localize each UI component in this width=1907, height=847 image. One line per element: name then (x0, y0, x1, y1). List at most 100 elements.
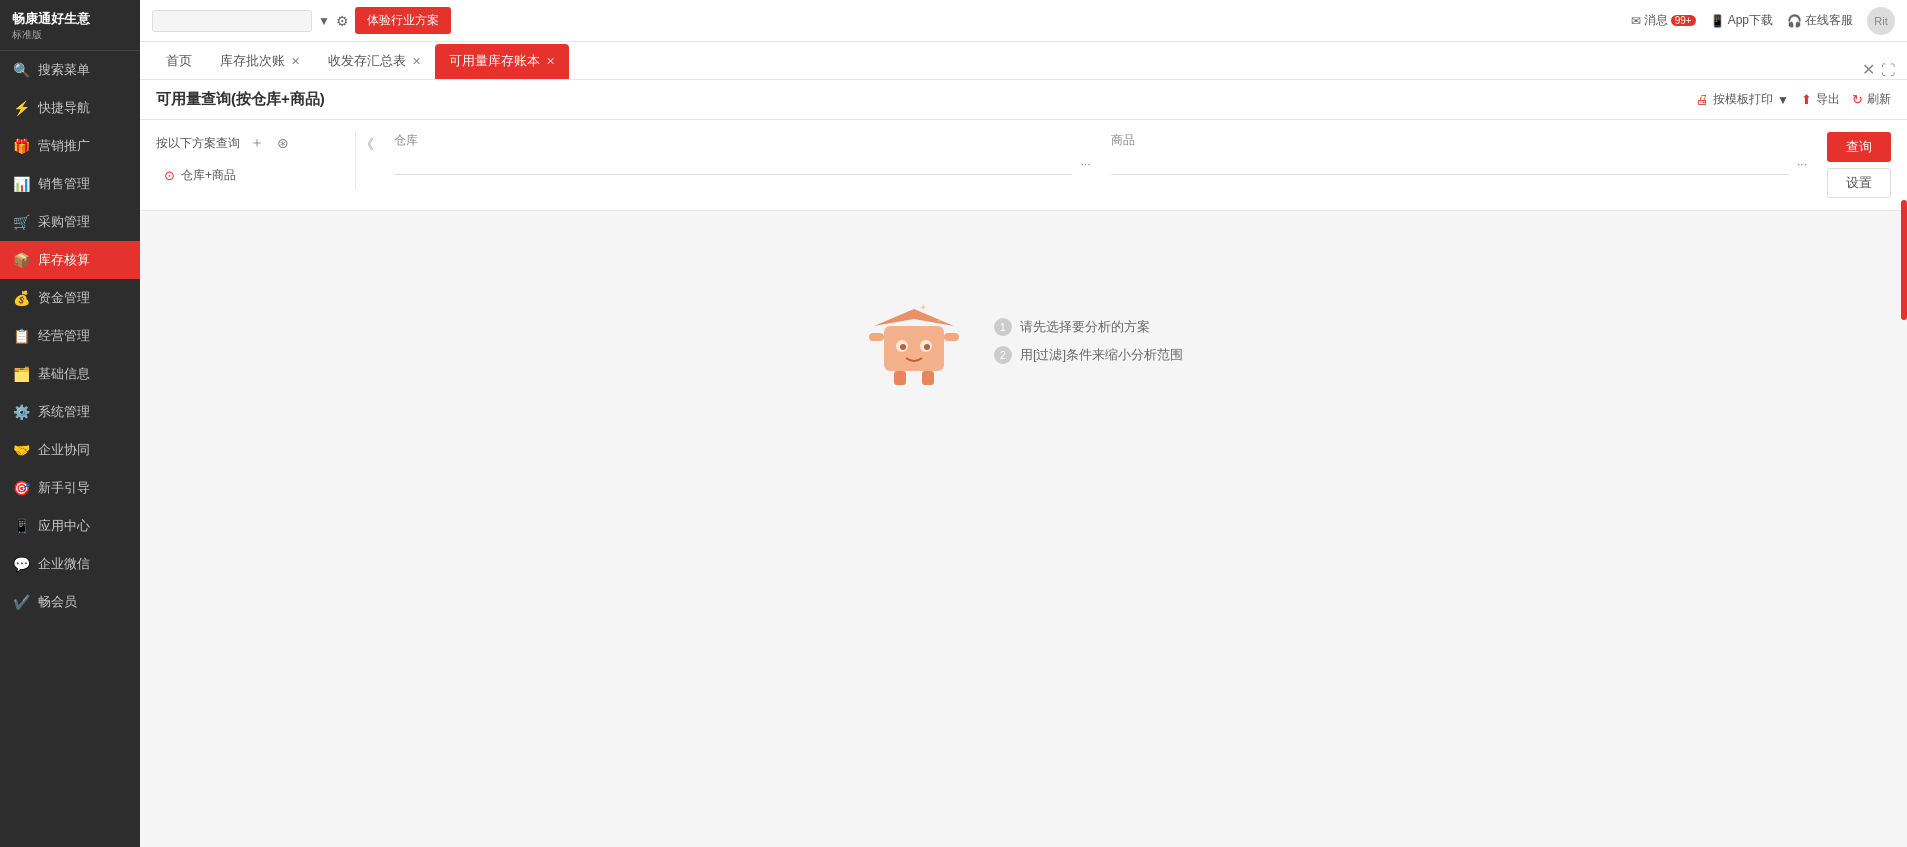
template-print-label: 按模板打印 (1713, 91, 1773, 108)
tip-text-2: 用[过滤]条件来缩小分析范围 (1020, 346, 1183, 364)
topbar-dropdown-button[interactable]: ▼ (318, 14, 330, 28)
scheme-settings-button[interactable]: ⊛ (272, 132, 294, 154)
topbar-search-input[interactable] (152, 10, 312, 32)
product-more-button[interactable]: ··· (1793, 157, 1811, 171)
topbar-gear-button[interactable]: ⚙ (336, 13, 349, 29)
tab-batch-account-close[interactable]: ✕ (291, 55, 300, 68)
empty-tip-2: 2 用[过滤]条件来缩小分析范围 (994, 346, 1183, 364)
cart-icon: 🛒 (12, 214, 30, 230)
filter-fields: 仓库 ··· 商品 ··· (378, 132, 1827, 175)
logo-sub: 标准版 (12, 28, 128, 42)
sidebar-item-sales[interactable]: 📊 销售管理 (0, 165, 140, 203)
tab-available-ledger[interactable]: 可用量库存账本 ✕ (435, 44, 569, 79)
tabbar: 首页 库存批次账 ✕ 收发存汇总表 ✕ 可用量库存账本 ✕ ✕ ⛶ (140, 42, 1907, 80)
filter-panel: 按以下方案查询 ＋ ⊛ ⊙ 仓库+商品 《 仓库 (140, 120, 1907, 211)
sidebar-item-label: 销售管理 (38, 175, 90, 193)
customer-service-link[interactable]: 🎧 在线客服 (1787, 12, 1853, 29)
sidebar-item-system[interactable]: ⚙️ 系统管理 (0, 393, 140, 431)
filter-actions: 查询 设置 (1827, 132, 1891, 198)
template-print-button[interactable]: 🖨 按模板打印 ▼ (1696, 91, 1789, 108)
sidebar-item-search[interactable]: 🔍 搜索菜单 (0, 51, 140, 89)
tab-receive-summary-close[interactable]: ✕ (412, 55, 421, 68)
svg-rect-0 (884, 326, 944, 371)
tabbar-resize-button[interactable]: ⛶ (1881, 62, 1895, 78)
tabbar-close-button[interactable]: ✕ (1862, 60, 1875, 79)
wechat-icon: 💬 (12, 556, 30, 572)
finance-icon: 💰 (12, 290, 30, 306)
svg-rect-9 (944, 333, 959, 341)
app-download-label: App下载 (1728, 12, 1773, 29)
tab-available-ledger-label: 可用量库存账本 (449, 52, 540, 70)
sidebar-item-label: 经营管理 (38, 327, 90, 345)
sidebar-item-finance[interactable]: 💰 资金管理 (0, 279, 140, 317)
tab-batch-account-label: 库存批次账 (220, 52, 285, 70)
tip-text-1: 请先选择要分析的方案 (1020, 318, 1150, 336)
message-icon: ✉ (1631, 14, 1641, 28)
warehouse-more-button[interactable]: ··· (1076, 157, 1094, 171)
warehouse-input[interactable] (394, 152, 1072, 175)
sidebar-item-operation[interactable]: 📋 经营管理 (0, 317, 140, 355)
industry-solution-button[interactable]: 体验行业方案 (355, 7, 451, 34)
customer-service-label: 在线客服 (1805, 12, 1853, 29)
sidebar-item-enterprise[interactable]: 🤝 企业协同 (0, 431, 140, 469)
headset-icon: 🎧 (1787, 14, 1802, 28)
mobile-icon: 📱 (1710, 14, 1725, 28)
sidebar-item-marketing[interactable]: 🎁 营销推广 (0, 127, 140, 165)
sidebar-item-label: 资金管理 (38, 289, 90, 307)
enterprise-icon: 🤝 (12, 442, 30, 458)
sidebar-item-label: 快捷导航 (38, 99, 90, 117)
scheme-actions: ＋ ⊛ (246, 132, 294, 154)
export-button[interactable]: ⬆ 导出 (1801, 91, 1840, 108)
app-download-link[interactable]: 📱 App下载 (1710, 12, 1773, 29)
tab-available-ledger-close[interactable]: ✕ (546, 55, 555, 68)
sidebar-item-purchase[interactable]: 🛒 采购管理 (0, 203, 140, 241)
refresh-label: 刷新 (1867, 91, 1891, 108)
tab-batch-account[interactable]: 库存批次账 ✕ (206, 44, 314, 79)
settings-button[interactable]: 设置 (1827, 168, 1891, 198)
sidebar-item-inventory[interactable]: 📦 库存核算 (0, 241, 140, 279)
right-scroll-indicator[interactable] (1901, 200, 1907, 320)
svg-marker-1 (874, 309, 954, 326)
sidebar-item-member[interactable]: ✔️ 畅会员 (0, 583, 140, 621)
app-icon: 📱 (12, 518, 30, 534)
sidebar-menu: 🔍 搜索菜单 ⚡ 快捷导航 🎁 营销推广 📊 销售管理 🛒 采购管理 📦 库存核… (0, 51, 140, 847)
username-display: Rit (1874, 15, 1887, 27)
sidebar-item-appstore[interactable]: 📱 应用中心 (0, 507, 140, 545)
sidebar-item-wechat[interactable]: 💬 企业微信 (0, 545, 140, 583)
scheme-item-warehouse-product[interactable]: ⊙ 仓库+商品 (156, 162, 345, 189)
filter-collapse-button[interactable]: 《 (356, 132, 378, 158)
product-input[interactable] (1111, 152, 1789, 175)
svg-point-4 (900, 344, 906, 350)
chart-icon: 📊 (12, 176, 30, 192)
svg-point-5 (924, 344, 930, 350)
message-badge[interactable]: ✉ 消息 99+ (1631, 12, 1696, 29)
print-icon: 🖨 (1696, 92, 1709, 107)
page-header: 可用量查询(按仓库+商品) 🖨 按模板打印 ▼ ⬆ 导出 ↻ 刷新 (140, 80, 1907, 120)
sidebar-item-label: 营销推广 (38, 137, 90, 155)
refresh-icon: ↻ (1852, 92, 1863, 107)
inventory-icon: 📦 (12, 252, 30, 268)
tab-receive-summary[interactable]: 收发存汇总表 ✕ (314, 44, 435, 79)
message-count: 99+ (1671, 15, 1696, 26)
sidebar-item-label: 应用中心 (38, 517, 90, 535)
system-icon: ⚙️ (12, 404, 30, 420)
empty-state: ✦ ✦ 1 请先选择要分析的方案 2 用[过滤]条件来缩小分析范围 (140, 211, 1907, 471)
product-label: 商品 (1111, 132, 1812, 149)
avatar: Rit (1867, 7, 1895, 35)
sidebar-item-newbie[interactable]: 🎯 新手引导 (0, 469, 140, 507)
sidebar-item-shortcut[interactable]: ⚡ 快捷导航 (0, 89, 140, 127)
basic-icon: 🗂️ (12, 366, 30, 382)
query-button[interactable]: 查询 (1827, 132, 1891, 162)
tab-home[interactable]: 首页 (152, 44, 206, 79)
sidebar-item-label: 企业微信 (38, 555, 90, 573)
scheme-add-button[interactable]: ＋ (246, 132, 268, 154)
main-area: ▼ ⚙ 体验行业方案 ✉ 消息 99+ 📱 App下载 🎧 在线客服 Rit (140, 0, 1907, 847)
user-avatar[interactable]: Rit (1867, 7, 1895, 35)
warehouse-filter-field: 仓库 ··· (394, 132, 1095, 175)
tabbar-actions: ✕ ⛶ (1862, 60, 1895, 79)
tab-receive-summary-label: 收发存汇总表 (328, 52, 406, 70)
refresh-button[interactable]: ↻ 刷新 (1852, 91, 1891, 108)
sidebar-item-basic[interactable]: 🗂️ 基础信息 (0, 355, 140, 393)
sidebar-item-label: 采购管理 (38, 213, 90, 231)
sidebar-item-label: 企业协同 (38, 441, 90, 459)
